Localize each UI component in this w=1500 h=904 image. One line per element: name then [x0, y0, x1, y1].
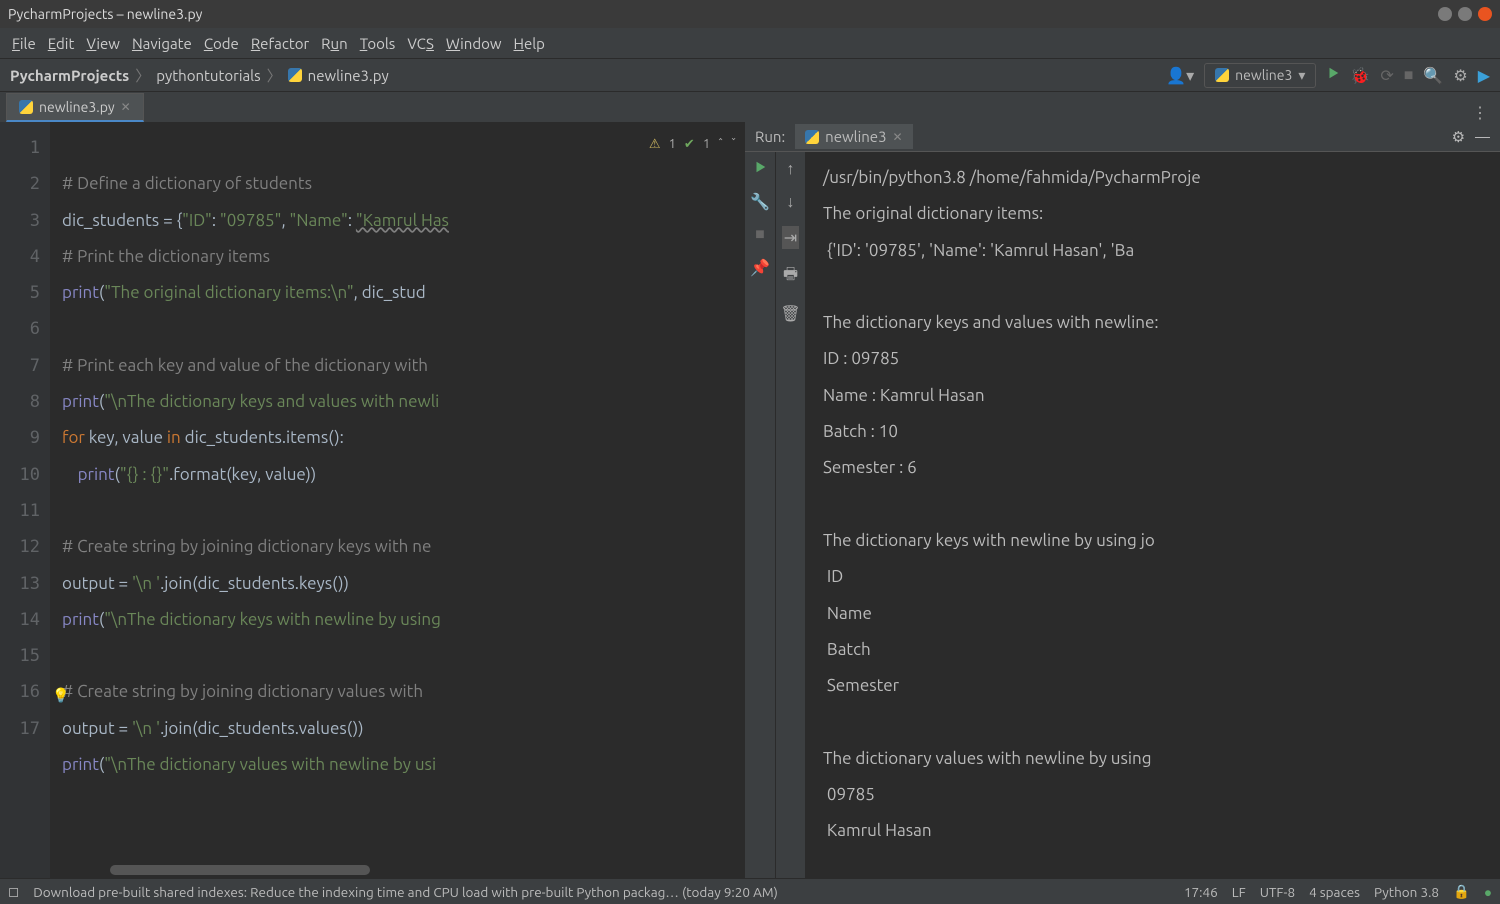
menu-refactor[interactable]: Refactor	[247, 33, 313, 54]
status-line-ending[interactable]: LF	[1232, 884, 1246, 900]
python-icon	[805, 130, 819, 144]
python-file-icon	[19, 100, 33, 114]
menu-tools[interactable]: Tools	[356, 33, 400, 54]
status-dot-icon[interactable]: ●	[1484, 884, 1492, 900]
menu-window[interactable]: Window	[442, 33, 506, 54]
tab-actions-icon[interactable]: ⋮	[1460, 103, 1500, 122]
close-tab-icon[interactable]: ✕	[121, 100, 131, 114]
close-icon[interactable]: ✕	[893, 130, 903, 144]
run-tab[interactable]: newline3 ✕	[795, 124, 912, 149]
coverage-button[interactable]: ⟳	[1380, 66, 1393, 85]
menu-help[interactable]: Help	[510, 33, 549, 54]
gear-icon[interactable]: ⚙	[1452, 128, 1465, 146]
print-icon[interactable]: 🖶	[783, 263, 798, 290]
editor-tab-active[interactable]: newline3.py ✕	[6, 93, 144, 122]
code-area[interactable]: # Define a dictionary of students dic_st…	[50, 122, 744, 878]
search-icon[interactable]: 🔍	[1423, 66, 1443, 85]
run-configuration-selector[interactable]: newline3 ▾	[1204, 63, 1316, 88]
menu-bar: File Edit View Navigate Code Refactor Ru…	[0, 28, 1500, 58]
wrench-icon[interactable]: 🔧	[750, 192, 770, 211]
down-icon[interactable]: ↓	[787, 193, 795, 212]
line-gutter: 1234567891011121314151617	[0, 122, 50, 878]
debug-button[interactable]: 🐞	[1350, 66, 1370, 85]
breadcrumb[interactable]: PycharmProjects 〉 pythontutorials 〉 newl…	[10, 65, 389, 86]
trash-icon[interactable]: 🗑	[780, 304, 800, 323]
editor-tabs: newline3.py ✕ ⋮	[0, 92, 1500, 122]
intention-bulb-icon[interactable]: 💡	[52, 677, 69, 713]
breadcrumb-project[interactable]: PycharmProjects	[10, 67, 129, 84]
pin-icon[interactable]: 📌	[750, 258, 770, 277]
close-button[interactable]	[1478, 7, 1492, 21]
menu-navigate[interactable]: Navigate	[128, 33, 196, 54]
status-message: Download pre-built shared indexes: Reduc…	[33, 884, 1170, 900]
navigation-bar: PycharmProjects 〉 pythontutorials 〉 newl…	[0, 58, 1500, 92]
menu-run[interactable]: Run	[317, 33, 352, 54]
breadcrumb-folder[interactable]: pythontutorials	[156, 67, 260, 84]
stop-button[interactable]: ■	[1404, 66, 1414, 85]
chevron-down-icon[interactable]: ˇ	[731, 126, 736, 162]
add-config-icon[interactable]: 👤▾	[1166, 66, 1194, 85]
run-label: Run:	[755, 128, 785, 145]
menu-edit[interactable]: Edit	[44, 33, 79, 54]
window-title: PycharmProjects – newline3.py	[8, 6, 202, 22]
chevron-down-icon: ▾	[1298, 67, 1305, 84]
status-bar: ◻ Download pre-built shared indexes: Red…	[0, 878, 1500, 904]
warning-icon: ⚠	[649, 126, 661, 162]
rerun-icon[interactable]	[753, 160, 767, 178]
up-icon[interactable]: ↑	[787, 160, 795, 179]
status-interpreter[interactable]: Python 3.8	[1374, 884, 1439, 900]
console-output[interactable]: /usr/bin/python3.8 /home/fahmida/Pycharm…	[805, 152, 1500, 878]
breadcrumb-file[interactable]: newline3.py	[308, 67, 389, 84]
chevron-icon: 〉	[267, 65, 282, 86]
horizontal-scrollbar[interactable]	[110, 865, 370, 875]
run-toolbar-right: ↑ ↓ ⇥ 🖶 🗑	[775, 152, 805, 878]
sync-icon[interactable]: ▶	[1478, 66, 1490, 85]
run-button[interactable]	[1326, 66, 1340, 84]
inspection-widget[interactable]: ⚠1 ✔1 ˆ ˇ	[649, 126, 736, 162]
python-file-icon	[288, 68, 302, 82]
menu-vcs[interactable]: VCS	[403, 33, 438, 54]
settings-icon[interactable]: ⚙	[1453, 66, 1467, 85]
status-indent[interactable]: 4 spaces	[1309, 884, 1360, 900]
check-icon: ✔	[684, 126, 695, 162]
chevron-up-icon[interactable]: ˆ	[718, 126, 723, 162]
status-encoding[interactable]: UTF-8	[1260, 884, 1295, 900]
title-bar: PycharmProjects – newline3.py	[0, 0, 1500, 28]
window-controls	[1438, 7, 1492, 21]
status-time: 17:46	[1184, 884, 1218, 900]
minimize-button[interactable]	[1438, 7, 1452, 21]
hide-icon[interactable]: —	[1475, 128, 1490, 145]
python-icon	[1215, 68, 1229, 82]
menu-view[interactable]: View	[82, 33, 124, 54]
chevron-icon: 〉	[135, 65, 150, 86]
menu-file[interactable]: File	[8, 33, 40, 54]
menu-code[interactable]: Code	[200, 33, 243, 54]
maximize-button[interactable]	[1458, 7, 1472, 21]
code-editor[interactable]: 1234567891011121314151617 # Define a dic…	[0, 122, 745, 878]
tool-window-icon[interactable]: ◻	[8, 883, 19, 900]
soft-wrap-icon[interactable]: ⇥	[782, 226, 799, 249]
run-tool-window: Run: newline3 ✕ ⚙ — 🔧 ■ 📌 ↑ ↓ ⇥ 🖶 🗑	[745, 122, 1500, 878]
stop-icon[interactable]: ■	[755, 225, 765, 244]
lock-icon[interactable]: 🔒	[1453, 883, 1470, 900]
run-toolbar-left: 🔧 ■ 📌	[745, 152, 775, 878]
